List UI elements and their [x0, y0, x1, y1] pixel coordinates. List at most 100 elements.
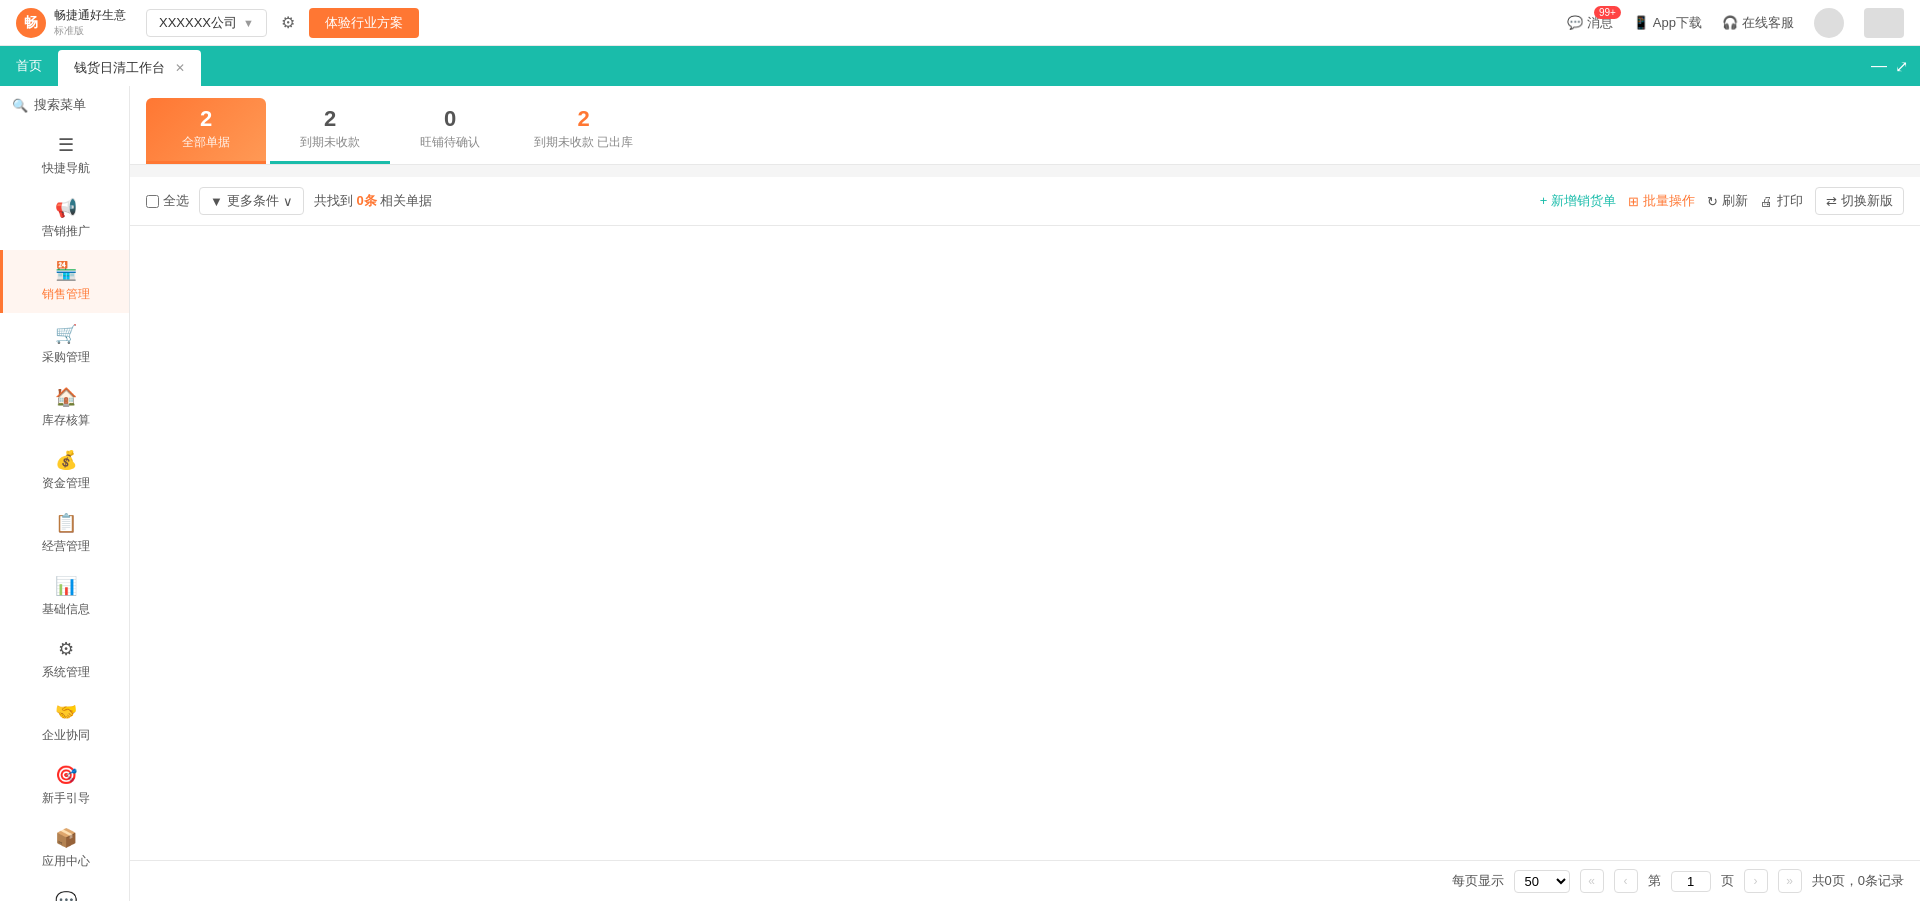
per-page-label: 每页显示	[1452, 872, 1504, 890]
online-service-button[interactable]: 🎧 在线客服	[1722, 14, 1794, 32]
tab-minimize-icon[interactable]: —	[1871, 57, 1887, 75]
sidebar-item-label: 基础信息	[42, 601, 90, 618]
print-icon: 🖨	[1760, 194, 1773, 209]
stat-label-pending: 旺铺待确认	[420, 134, 480, 151]
sidebar-item-label: 营销推广	[42, 223, 90, 240]
page-suffix: 页	[1721, 872, 1734, 890]
sidebar-item-label: 资金管理	[42, 475, 90, 492]
search-icon: 🔍	[12, 98, 28, 113]
online-service-label: 在线客服	[1742, 14, 1794, 32]
sidebar-item-label: 快捷导航	[42, 160, 90, 177]
settings-icon[interactable]: ⚙	[277, 9, 299, 36]
system-icon: ⚙	[58, 638, 74, 660]
sidebar-item-basic-info[interactable]: 📊 基础信息	[0, 565, 129, 628]
table-area	[130, 226, 1920, 860]
logo-text: 畅捷通好生意 标准版	[54, 8, 126, 37]
content-area: 2 全部单据 2 到期未收款 0 旺铺待确认 2 到期未收款 已出库 全选	[130, 86, 1920, 901]
next-page-button[interactable]: ›	[1744, 869, 1768, 893]
sidebar-item-label: 经营管理	[42, 538, 90, 555]
guide-icon: 🎯	[55, 764, 77, 786]
stat-label-all: 全部单据	[182, 134, 230, 151]
pagination-bar: 每页显示 10 20 50 100 « ‹ 第 页 › » 共0页，0条记录	[130, 860, 1920, 901]
sidebar-item-sales[interactable]: 🏪 销售管理	[0, 250, 129, 313]
sidebar-item-label: 企业协同	[42, 727, 90, 744]
tab-close-icon[interactable]: ✕	[175, 61, 185, 75]
sidebar-item-app-center[interactable]: 📦 应用中心	[0, 817, 129, 880]
refresh-icon: ↻	[1707, 194, 1718, 209]
app-download-icon: 📱	[1633, 15, 1649, 30]
tab-home[interactable]: 首页	[0, 46, 58, 86]
sidebar-item-quick-nav[interactable]: ☰ 快捷导航	[0, 124, 129, 187]
user-name[interactable]	[1864, 8, 1904, 38]
sidebar-item-marketing[interactable]: 📢 营销推广	[0, 187, 129, 250]
quick-nav-icon: ☰	[58, 134, 74, 156]
marketing-icon: 📢	[55, 197, 77, 219]
sidebar-item-enterprise[interactable]: 🤝 企业协同	[0, 691, 129, 754]
app-download-button[interactable]: 📱 App下载	[1633, 14, 1702, 32]
messages-badge: 99+	[1594, 6, 1621, 19]
stat-tab-pending[interactable]: 0 旺铺待确认	[390, 98, 510, 164]
sidebar-search-label: 搜索菜单	[34, 96, 86, 114]
operations-icon: 📋	[55, 512, 77, 534]
select-all-checkbox[interactable]	[146, 195, 159, 208]
stat-label-shipped: 到期未收款 已出库	[534, 134, 633, 151]
company-name: XXXXXX公司	[159, 14, 237, 32]
sidebar-item-system[interactable]: ⚙ 系统管理	[0, 628, 129, 691]
logo-area: 畅 畅捷通好生意 标准版	[16, 8, 146, 38]
prev-page-button[interactable]: ‹	[1614, 869, 1638, 893]
sidebar-item-guide[interactable]: 🎯 新手引导	[0, 754, 129, 817]
last-page-button[interactable]: »	[1778, 869, 1802, 893]
stat-tab-overdue[interactable]: 2 到期未收款	[270, 98, 390, 164]
stat-num-shipped: 2	[578, 106, 590, 132]
toolbar: 全选 ▼ 更多条件 ∨ 共找到 0条 相关单据 + 新增销货单 ⊞	[130, 177, 1920, 226]
stat-tab-all[interactable]: 2 全部单据	[146, 98, 266, 164]
filter-icon: ▼	[210, 194, 223, 209]
stat-num-pending: 0	[444, 106, 456, 132]
finance-icon: 💰	[55, 449, 77, 471]
page-input[interactable]	[1671, 871, 1711, 892]
header-right: 💬 消息 99+ 📱 App下载 🎧 在线客服	[1567, 8, 1904, 38]
refresh-button[interactable]: ↻ 刷新	[1707, 192, 1748, 210]
sidebar-item-purchase[interactable]: 🛒 采购管理	[0, 313, 129, 376]
batch-operation-button[interactable]: ⊞ 批量操作	[1628, 192, 1695, 210]
page-label: 第	[1648, 872, 1661, 890]
online-service-icon: 🎧	[1722, 15, 1738, 30]
top-header: 畅 畅捷通好生意 标准版 XXXXXX公司 ▼ ⚙ 体验行业方案 💬 消息 99…	[0, 0, 1920, 46]
wechat-icon: 💬	[55, 890, 77, 901]
tab-cash-ledger[interactable]: 钱货日清工作台 ✕	[58, 50, 201, 86]
sidebar-item-wechat[interactable]: 💬 企业微信	[0, 880, 129, 901]
sidebar-item-operations[interactable]: 📋 经营管理	[0, 502, 129, 565]
first-page-button[interactable]: «	[1580, 869, 1604, 893]
stats-tabs: 2 全部单据 2 到期未收款 0 旺铺待确认 2 到期未收款 已出库	[130, 86, 1920, 165]
total-info: 共0页，0条记录	[1812, 872, 1904, 890]
tab-bar: 首页 钱货日清工作台 ✕ — ⤢	[0, 46, 1920, 86]
experience-button[interactable]: 体验行业方案	[309, 8, 419, 38]
app-download-label: App下载	[1653, 14, 1702, 32]
company-dropdown-arrow: ▼	[243, 17, 254, 29]
sidebar-item-label: 采购管理	[42, 349, 90, 366]
stat-num-all: 2	[200, 106, 212, 132]
print-button[interactable]: 🖨 打印	[1760, 192, 1803, 210]
sidebar-item-label: 系统管理	[42, 664, 90, 681]
sidebar-item-label: 库存核算	[42, 412, 90, 429]
sidebar-search[interactable]: 🔍 搜索菜单	[0, 86, 129, 124]
main-layout: 🔍 搜索菜单 ☰ 快捷导航 📢 营销推广 🏪 销售管理 🛒 采购管理 🏠 库存核…	[0, 86, 1920, 901]
per-page-select[interactable]: 10 20 50 100	[1514, 870, 1570, 893]
filter-button[interactable]: ▼ 更多条件 ∨	[199, 187, 304, 215]
sidebar-item-inventory[interactable]: 🏠 库存核算	[0, 376, 129, 439]
checkbox-all[interactable]: 全选	[146, 192, 189, 210]
sales-icon: 🏪	[55, 260, 77, 282]
messages-button[interactable]: 💬 消息 99+	[1567, 14, 1613, 32]
inventory-icon: 🏠	[55, 386, 77, 408]
sidebar-item-label: 销售管理	[42, 286, 90, 303]
switch-version-button[interactable]: ⇄ 切换新版	[1815, 187, 1904, 215]
message-icon: 💬	[1567, 15, 1583, 30]
basic-info-icon: 📊	[55, 575, 77, 597]
avatar[interactable]	[1814, 8, 1844, 38]
tab-maximize-icon[interactable]: ⤢	[1895, 57, 1908, 76]
stat-tab-shipped[interactable]: 2 到期未收款 已出库	[510, 98, 657, 164]
company-selector[interactable]: XXXXXX公司 ▼	[146, 9, 267, 37]
app-center-icon: 📦	[55, 827, 77, 849]
sidebar-item-finance[interactable]: 💰 资金管理	[0, 439, 129, 502]
new-sale-button[interactable]: + 新增销货单	[1540, 192, 1616, 210]
